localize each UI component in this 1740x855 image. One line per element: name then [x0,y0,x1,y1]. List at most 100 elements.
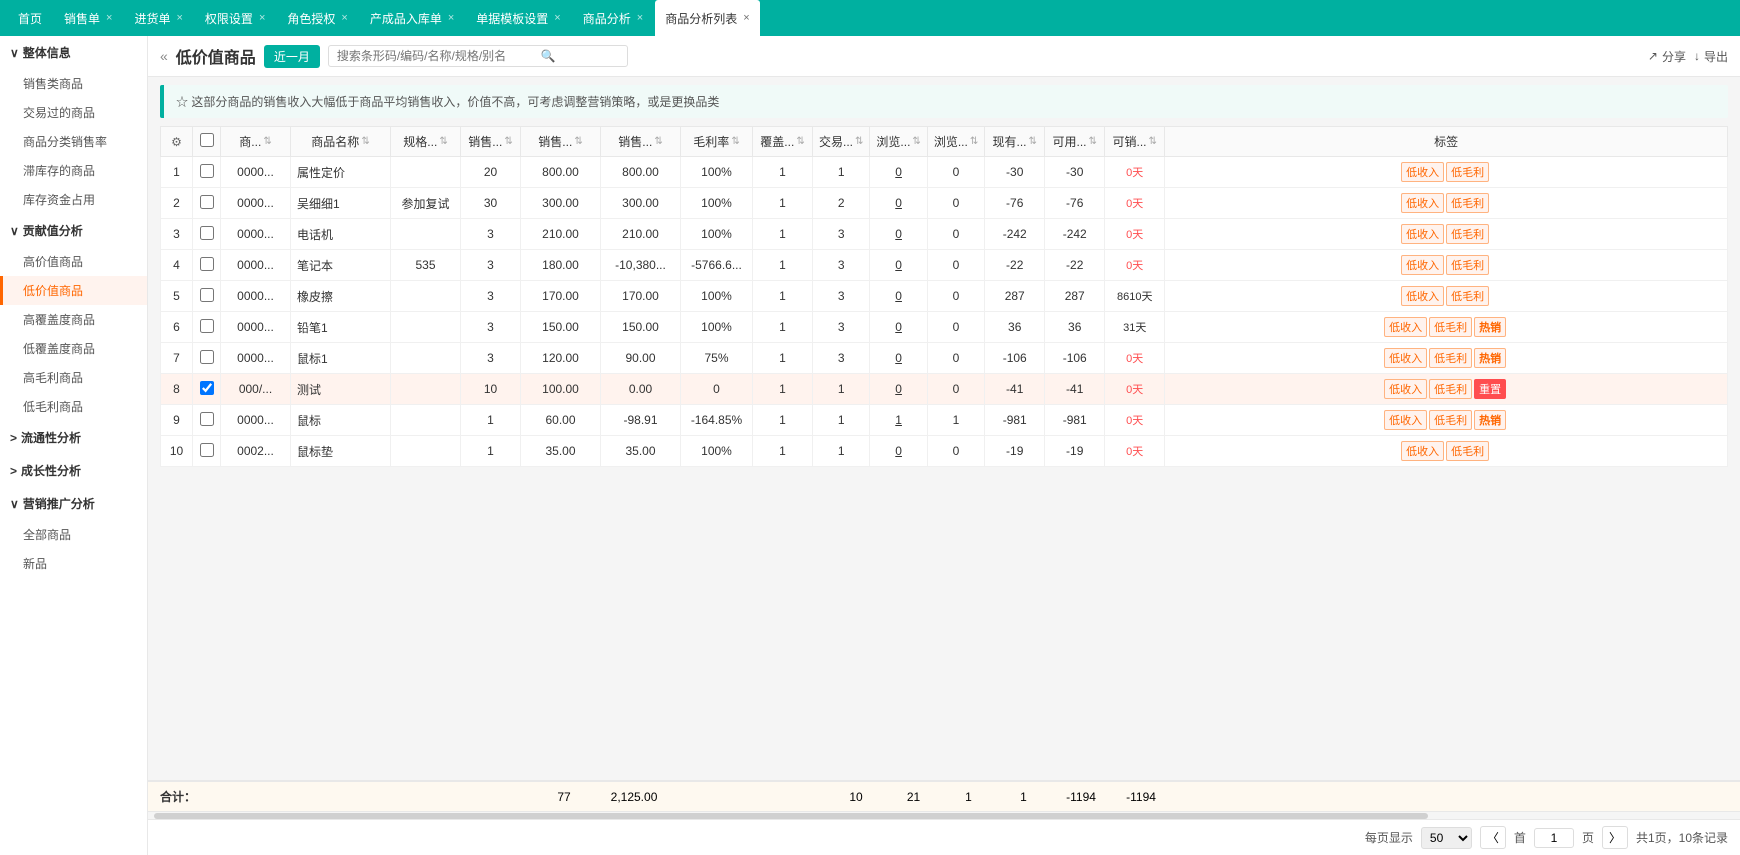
row-spec: 535 [391,250,461,281]
row-select-checkbox[interactable] [200,195,214,209]
col-sale-amount[interactable]: 销售...⇅ [521,127,601,157]
col-browse2[interactable]: 浏览...⇅ [927,127,984,157]
nav-role[interactable]: 角色授权 × [277,0,357,36]
col-trade[interactable]: 交易...⇅ [813,127,870,157]
col-browse1[interactable]: 浏览...⇅ [870,127,927,157]
row-select-checkbox[interactable] [200,412,214,426]
sidebar-item-traded-goods[interactable]: 交易过的商品 [0,98,147,127]
nav-home[interactable]: 首页 [8,0,52,36]
nav-product-analysis-list[interactable]: 商品分析列表 × [655,0,759,36]
nav-permission-close[interactable]: × [259,12,265,24]
page-number-input[interactable] [1534,828,1574,848]
nav-product-analysis[interactable]: 商品分析 × [573,0,653,36]
row-coverage: 1 [753,374,813,405]
row-select-checkbox[interactable] [200,226,214,240]
browse-link[interactable]: 0 [895,444,902,458]
nav-purchase-close[interactable]: × [176,12,182,24]
sidebar-item-all-goods[interactable]: 全部商品 [0,520,147,549]
sidebar-item-high-value[interactable]: 高价值商品 [0,247,147,276]
nav-purchase[interactable]: 进货单 × [124,0,192,36]
gear-icon[interactable]: ⚙ [171,135,182,149]
browse-link[interactable]: 0 [895,382,902,396]
sidebar-group-circulation[interactable]: > 流通性分析 [0,421,147,454]
col-sale-qty[interactable]: 销售...⇅ [461,127,521,157]
browse-link[interactable]: 1 [895,413,902,427]
search-input[interactable] [337,49,537,63]
sidebar-group-growth[interactable]: > 成长性分析 [0,454,147,487]
browse-link[interactable]: 0 [895,351,902,365]
col-avail[interactable]: 可用...⇅ [1045,127,1105,157]
row-no: 8 [161,374,193,405]
row-checkbox [193,343,221,374]
row-select-checkbox[interactable] [200,381,214,395]
row-select-checkbox[interactable] [200,319,214,333]
row-select-checkbox[interactable] [200,350,214,364]
chevron-down-icon: ∨ [10,46,19,60]
sidebar-item-category-sales-rate[interactable]: 商品分类销售率 [0,127,147,156]
sidebar-group-contribution[interactable]: ∨ 贡献值分析 [0,214,147,247]
select-all-checkbox[interactable] [200,133,214,147]
row-salable: 0天 [1105,343,1165,374]
sidebar-item-inventory-capital[interactable]: 库存资金占用 [0,185,147,214]
row-tags: 低收入低毛利 [1165,250,1728,281]
page-size-select[interactable]: 50 100 [1421,827,1472,849]
col-code[interactable]: 商...⇅ [221,127,291,157]
next-page-button[interactable]: 〉 [1602,826,1628,849]
sidebar-group-overall[interactable]: ∨ 整体信息 [0,36,147,69]
sidebar-group-marketing[interactable]: ∨ 营销推广分析 [0,487,147,520]
browse-link[interactable]: 0 [895,289,902,303]
col-sale-profit[interactable]: 销售...⇅ [601,127,681,157]
nav-product-analysis-list-close[interactable]: × [743,12,749,24]
browse-link[interactable]: 0 [895,320,902,334]
sidebar: ∨ 整体信息 销售类商品 交易过的商品 商品分类销售率 滞库存的商品 库存资金占… [0,36,148,855]
col-name[interactable]: 商品名称⇅ [291,127,391,157]
sidebar-item-low-margin[interactable]: 低毛利商品 [0,392,147,421]
sidebar-item-high-margin[interactable]: 高毛利商品 [0,363,147,392]
row-salable: 31天 [1105,312,1165,343]
row-no: 5 [161,281,193,312]
nav-template[interactable]: 单据模板设置 × [466,0,570,36]
col-spec[interactable]: 规格...⇅ [391,127,461,157]
browse-link[interactable]: 0 [895,165,902,179]
row-select-checkbox[interactable] [200,164,214,178]
sidebar-item-high-coverage[interactable]: 高覆盖度商品 [0,305,147,334]
row-select-checkbox[interactable] [200,257,214,271]
export-button[interactable]: ↓ 导出 [1694,48,1728,65]
row-select-checkbox[interactable] [200,288,214,302]
nav-finished-goods[interactable]: 产成品入库单 × [360,0,464,36]
row-trade: 3 [813,219,870,250]
tag: 低收入 [1401,224,1444,244]
nav-product-analysis-close[interactable]: × [637,12,643,24]
tag: 低毛利 [1429,379,1472,399]
filter-button[interactable]: 近一月 [264,45,320,68]
sidebar-item-low-value[interactable]: 低价值商品 [0,276,147,305]
row-qty: 1 [461,436,521,467]
footer-stock: -1194 [1051,790,1111,804]
col-stock[interactable]: 现有...⇅ [985,127,1045,157]
col-salable[interactable]: 可销...⇅ [1105,127,1165,157]
sidebar-item-sales-goods[interactable]: 销售类商品 [0,69,147,98]
sidebar-item-low-coverage[interactable]: 低覆盖度商品 [0,334,147,363]
row-select-checkbox[interactable] [200,443,214,457]
nav-template-close[interactable]: × [554,12,560,24]
browse-link[interactable]: 0 [895,258,902,272]
col-gear[interactable]: ⚙ [161,127,193,157]
row-sale-amount: 180.00 [521,250,601,281]
nav-sales[interactable]: 销售单 × [54,0,122,36]
nav-permission[interactable]: 权限设置 × [195,0,275,36]
sidebar-item-new-goods[interactable]: 新品 [0,549,147,578]
browse-link[interactable]: 0 [895,196,902,210]
row-salable: 8610天 [1105,281,1165,312]
search-icon[interactable]: 🔍 [541,49,556,63]
collapse-button[interactable]: « [160,48,168,64]
col-coverage[interactable]: 覆盖...⇅ [753,127,813,157]
nav-role-close[interactable]: × [341,12,347,24]
col-margin[interactable]: 毛利率⇅ [681,127,753,157]
nav-finished-goods-close[interactable]: × [448,12,454,24]
nav-sales-close[interactable]: × [106,12,112,24]
share-button[interactable]: ↗ 分享 [1648,48,1686,65]
prev-page-button[interactable]: 〈 [1480,826,1506,849]
tag: 低毛利 [1429,317,1472,337]
browse-link[interactable]: 0 [895,227,902,241]
sidebar-item-stagnant-goods[interactable]: 滞库存的商品 [0,156,147,185]
